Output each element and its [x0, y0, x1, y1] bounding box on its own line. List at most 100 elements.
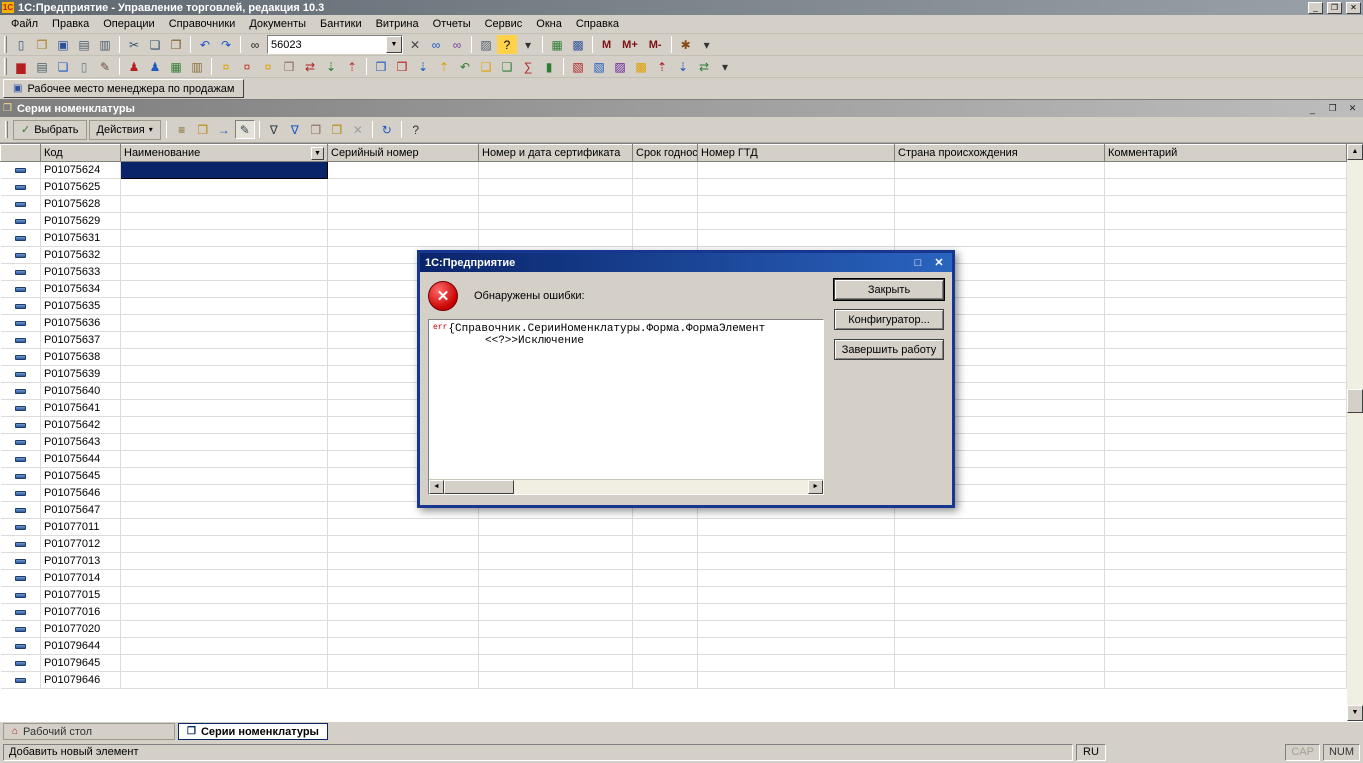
cell[interactable] — [632, 518, 698, 536]
find-previous-icon[interactable]: ∞ — [447, 35, 467, 54]
cell[interactable] — [632, 178, 698, 196]
configurator-button[interactable]: Конфигуратор... — [834, 309, 944, 330]
report-summary-icon[interactable]: ∑ — [518, 57, 538, 76]
cell[interactable] — [894, 229, 1105, 247]
undo-icon[interactable]: ↶ — [195, 35, 215, 54]
table-row[interactable]: P01075629 — [0, 212, 1347, 230]
code-cell[interactable]: P01075646 — [40, 484, 121, 502]
new-document-icon[interactable]: ▯ — [11, 35, 31, 54]
code-cell[interactable]: P01075647 — [40, 501, 121, 519]
purse-icon[interactable]: ❒ — [279, 57, 299, 76]
cell[interactable] — [697, 178, 895, 196]
cell[interactable] — [478, 637, 633, 655]
dialog-maximize-button[interactable]: □ — [910, 257, 926, 269]
table-row[interactable]: P01077014 — [0, 569, 1347, 587]
row-marker-cell[interactable] — [0, 416, 41, 434]
cell[interactable] — [697, 195, 895, 213]
cell[interactable] — [120, 399, 328, 417]
table-row[interactable]: P01075628 — [0, 195, 1347, 213]
sort-dropdown-icon[interactable]: ▼ — [311, 146, 324, 160]
cell[interactable] — [120, 552, 328, 570]
cell[interactable] — [1104, 569, 1347, 587]
cell[interactable] — [632, 161, 698, 179]
cell[interactable] — [697, 586, 895, 604]
open-icon[interactable]: ❐ — [32, 35, 52, 54]
code-cell[interactable]: P01075633 — [40, 263, 121, 281]
row-marker-cell[interactable] — [0, 501, 41, 519]
cell[interactable] — [1104, 195, 1347, 213]
row-marker-cell[interactable] — [0, 365, 41, 383]
tools-dropdown-icon[interactable]: ▾ — [697, 35, 717, 54]
more-commands-icon[interactable]: ▾ — [715, 57, 735, 76]
table-row[interactable]: P01077016 — [0, 603, 1347, 621]
table-headers-icon[interactable]: ▩ — [568, 35, 588, 54]
document-journal-icon[interactable]: ▥ — [187, 57, 207, 76]
table-row[interactable]: P01077012 — [0, 535, 1347, 553]
cell[interactable] — [697, 535, 895, 553]
cell[interactable] — [478, 229, 633, 247]
cell[interactable] — [1104, 263, 1347, 281]
cell[interactable] — [120, 348, 328, 366]
cell[interactable] — [478, 195, 633, 213]
table-row[interactable]: P01079645 — [0, 654, 1347, 672]
cell[interactable] — [632, 552, 698, 570]
code-cell[interactable]: P01077014 — [40, 569, 121, 587]
service-tools-icon[interactable]: ✱ — [676, 35, 696, 54]
cell[interactable] — [697, 620, 895, 638]
cell[interactable] — [1104, 161, 1347, 179]
cell[interactable] — [327, 229, 479, 247]
custom-filter-icon[interactable]: ∇ — [285, 120, 305, 139]
row-marker-cell[interactable] — [0, 195, 41, 213]
scroll-left-icon[interactable]: ◄ — [429, 480, 444, 494]
column-header-код[interactable]: Код — [40, 144, 121, 162]
print-form-icon[interactable]: ▤ — [32, 57, 52, 76]
price-analysis-icon[interactable]: ▨ — [610, 57, 630, 76]
cell[interactable] — [632, 671, 698, 689]
cell[interactable] — [894, 161, 1105, 179]
clear-search-icon[interactable]: ✕ — [405, 35, 425, 54]
cell[interactable] — [120, 365, 328, 383]
cell[interactable] — [632, 620, 698, 638]
goods-receipt-icon[interactable]: ⇣ — [413, 57, 433, 76]
cell[interactable] — [478, 620, 633, 638]
cell[interactable] — [894, 586, 1105, 604]
code-cell[interactable]: P01077016 — [40, 603, 121, 621]
cell[interactable] — [120, 467, 328, 485]
restore-button[interactable]: ❐ — [1327, 1, 1342, 14]
menu-правка[interactable]: Правка — [45, 16, 96, 32]
code-cell[interactable]: P01075644 — [40, 450, 121, 468]
cell[interactable] — [697, 229, 895, 247]
row-marker-cell[interactable] — [0, 314, 41, 332]
print-icon[interactable]: ▤ — [74, 35, 94, 54]
cell[interactable] — [894, 603, 1105, 621]
cell[interactable] — [1104, 586, 1347, 604]
cell[interactable] — [894, 620, 1105, 638]
invoice-issued-icon[interactable]: ❑ — [476, 57, 496, 76]
cell[interactable] — [327, 535, 479, 553]
cell[interactable] — [120, 195, 328, 213]
cell[interactable] — [120, 382, 328, 400]
cancel-filter-icon[interactable]: ✕ — [348, 120, 368, 139]
cell[interactable] — [120, 212, 328, 230]
copy-icon[interactable]: ❏ — [145, 35, 165, 54]
outgoing-payment-icon[interactable]: ⇡ — [342, 57, 362, 76]
cell[interactable] — [120, 178, 328, 196]
code-cell[interactable]: P01075636 — [40, 314, 121, 332]
cell[interactable] — [120, 535, 328, 553]
cell[interactable] — [1104, 603, 1347, 621]
column-header-номер-и-дата-сертификата[interactable]: Номер и дата сертификата — [478, 144, 633, 162]
code-cell[interactable]: P01077012 — [40, 535, 121, 553]
dialog-close-button[interactable]: ✕ — [931, 256, 947, 269]
menu-документы[interactable]: Документы — [242, 16, 313, 32]
copy-document-icon[interactable]: ❏ — [53, 57, 73, 76]
cell[interactable] — [327, 586, 479, 604]
menu-бантики[interactable]: Бантики — [313, 16, 369, 32]
cell[interactable] — [1104, 178, 1347, 196]
cell[interactable] — [120, 654, 328, 672]
row-marker-cell[interactable] — [0, 399, 41, 417]
cell[interactable] — [632, 569, 698, 587]
cell[interactable] — [632, 637, 698, 655]
return-document-icon[interactable]: ↶ — [455, 57, 475, 76]
formula-check-icon[interactable]: ▨ — [476, 35, 496, 54]
column-header-серийный-номер[interactable]: Серийный номер — [327, 144, 479, 162]
